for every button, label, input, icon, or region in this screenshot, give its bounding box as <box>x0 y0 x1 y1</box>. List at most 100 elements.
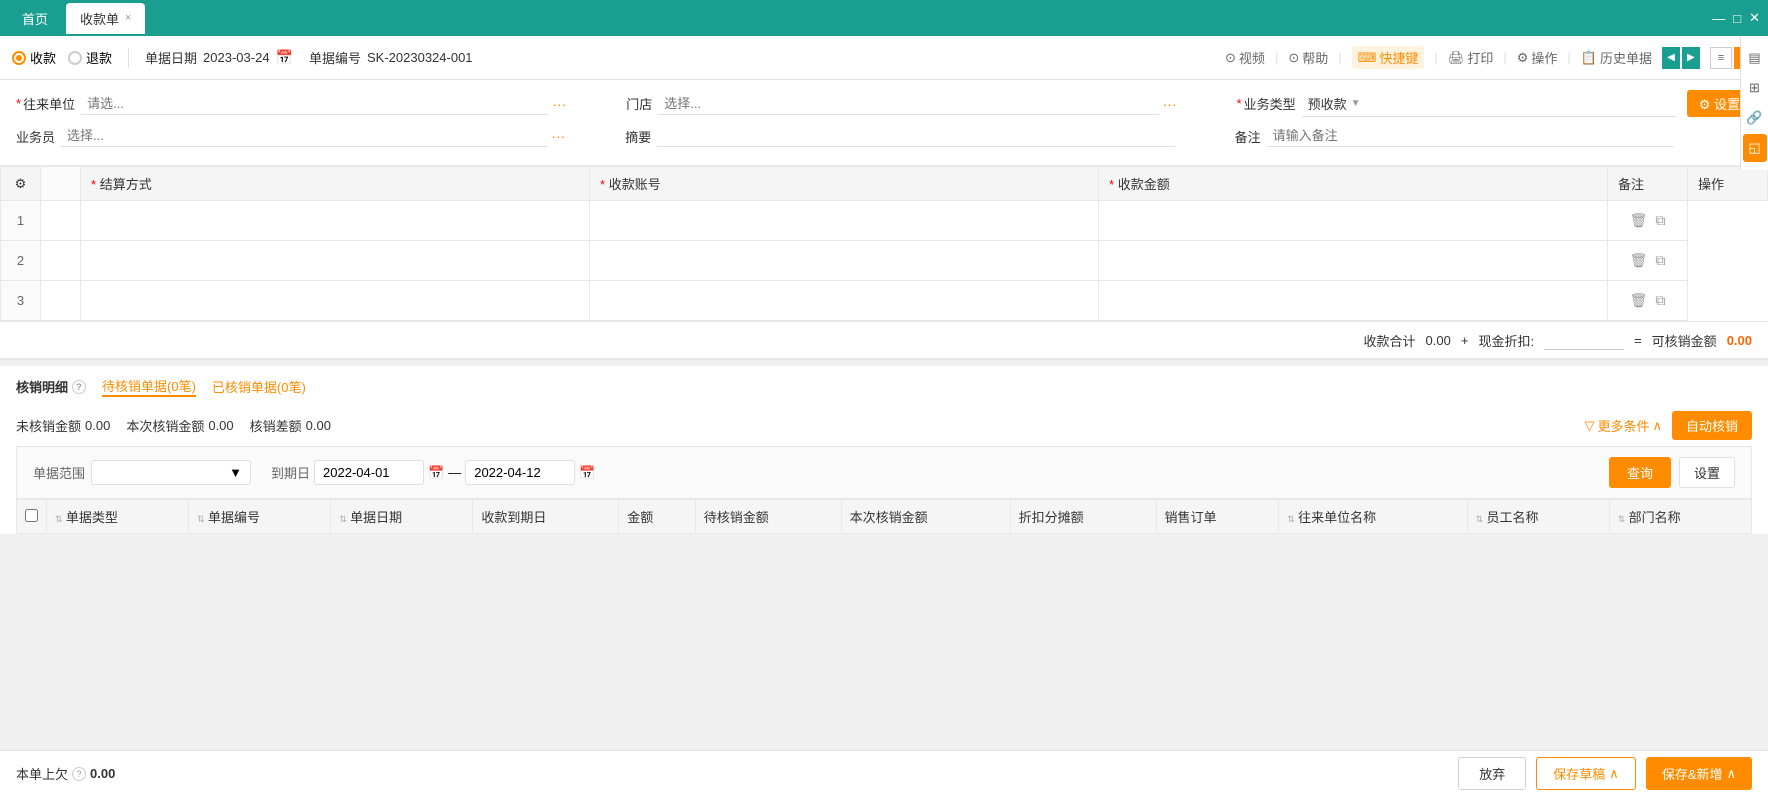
row-2-amount-input[interactable] <box>590 241 1098 280</box>
hx-info-icon[interactable]: ? <box>72 380 86 394</box>
draft-button[interactable]: 保存草稿 ∧ <box>1536 757 1636 790</box>
radio-tuikuan[interactable]: 退款 <box>68 48 112 67</box>
row-3-copy-icon[interactable]: ⧉ <box>1655 292 1665 309</box>
filter-date-to-input[interactable] <box>465 460 575 485</box>
tab-home[interactable]: 首页 <box>8 3 62 34</box>
save-new-button[interactable]: 保存&新增 ∧ <box>1646 757 1752 790</box>
filter-calendar-to-icon[interactable]: 📅 <box>579 465 595 481</box>
store-more-icon[interactable]: ··· <box>1163 96 1177 112</box>
col-settlement-header: * 结算方式 <box>81 167 590 201</box>
biz-type-select[interactable]: 预收款 ▼ <box>1302 91 1677 117</box>
window-minimize-icon[interactable]: — <box>1712 11 1725 26</box>
remark-input[interactable] <box>1267 125 1674 147</box>
row-3-settlement[interactable] <box>41 281 81 321</box>
row-2-remark[interactable] <box>1099 241 1608 281</box>
btn-print[interactable]: 🖨 打印 <box>1448 48 1494 67</box>
row-3-amount-input[interactable] <box>590 281 1098 320</box>
row-1-account[interactable] <box>81 201 590 241</box>
row-3-delete-icon[interactable]: 🗑 <box>1630 292 1648 309</box>
employee-input[interactable] <box>61 125 547 147</box>
view-list-btn[interactable]: ≡ <box>1710 47 1732 69</box>
row-1-settlement-input[interactable] <box>41 201 80 240</box>
employee-more-icon[interactable]: ··· <box>551 128 565 144</box>
row-3-amount[interactable] <box>590 281 1099 321</box>
partner-more-icon[interactable]: ··· <box>552 96 566 112</box>
nav-prev-arrow[interactable]: ◀ <box>1662 47 1680 69</box>
sidebar-icon-expand[interactable]: ◱ <box>1743 134 1767 162</box>
row-1-settlement[interactable] <box>41 201 81 241</box>
row-1-amount[interactable] <box>590 201 1099 241</box>
filter-settings-button[interactable]: 设置 <box>1679 457 1735 488</box>
tab-close-icon[interactable]: × <box>125 12 131 24</box>
row-1-amount-input[interactable] <box>590 201 1098 240</box>
tab-receipt[interactable]: 收款单 × <box>66 3 145 34</box>
print-icon: 🖨 <box>1448 50 1465 66</box>
btn-action-label: 操作 <box>1531 48 1557 67</box>
form-row-2: 业务员 ··· 摘要 备注 <box>16 125 1752 147</box>
col-settings-header[interactable]: ⚙ <box>1 167 41 201</box>
hx-tab-pending[interactable]: 待核销单据(0笔) <box>102 376 196 397</box>
auto-hx-button[interactable]: 自动核销 <box>1672 411 1752 440</box>
tab-bar-right: — □ ✕ <box>1712 10 1760 26</box>
row-1-delete-icon[interactable]: 🗑 <box>1630 212 1648 229</box>
employee-label: 业务员 <box>16 127 55 146</box>
window-close-icon[interactable]: ✕ <box>1749 10 1760 26</box>
row-1-remark[interactable] <box>1099 201 1608 241</box>
footer-prev-label: 本单上欠 <box>16 764 68 783</box>
query-button[interactable]: 查询 <box>1609 457 1671 488</box>
btn-help[interactable]: ⊙ 帮助 <box>1288 48 1328 67</box>
date-label: 单据日期 <box>145 48 197 67</box>
row-3-remark-input[interactable] <box>1099 281 1607 320</box>
col-remark-header: 备注 <box>1608 167 1688 201</box>
row-1-copy-icon[interactable]: ⧉ <box>1655 212 1665 229</box>
select-all-checkbox[interactable] <box>25 509 38 522</box>
sidebar-icon-table[interactable]: ▤ <box>1743 44 1767 72</box>
row-3-settlement-input[interactable] <box>41 281 80 320</box>
window-restore-icon[interactable]: □ <box>1733 11 1741 26</box>
hx-diff: 核销差额 0.00 <box>250 416 331 435</box>
filter-calendar-from-icon[interactable]: 📅 <box>428 465 444 481</box>
row-1-remark-input[interactable] <box>1099 201 1607 240</box>
summary-discount-input[interactable] <box>1544 330 1624 350</box>
filter-range-select[interactable]: ▼ <box>91 460 251 485</box>
row-2-account[interactable] <box>81 241 590 281</box>
filter-date-from-input[interactable] <box>314 460 424 485</box>
btn-history-label: 历史单据 <box>1600 48 1652 67</box>
radio-shoukuan[interactable]: 收款 <box>12 48 56 67</box>
btn-action[interactable]: ⚙ 操作 <box>1517 48 1558 67</box>
tab-home-label: 首页 <box>22 9 48 28</box>
footer-info-icon[interactable]: ? <box>72 767 86 781</box>
date-calendar-icon[interactable]: 📅 <box>276 49 293 66</box>
nav-next-arrow[interactable]: ▶ <box>1682 47 1700 69</box>
col-pending-header: 待核销金额 <box>695 500 841 534</box>
partner-input[interactable] <box>81 93 548 115</box>
more-conditions-btn[interactable]: ▽ 更多条件 ∧ <box>1584 416 1662 435</box>
hx-tab-done[interactable]: 已核销单据(0笔) <box>212 377 306 396</box>
btn-shortcut[interactable]: ⌨ 快捷键 <box>1352 46 1425 69</box>
draft-btn-label: 保存草稿 <box>1553 764 1605 783</box>
row-2-remark-input[interactable] <box>1099 241 1607 280</box>
abstract-input[interactable] <box>657 125 1174 147</box>
partner-field: * 往来单位 ··· <box>16 93 566 115</box>
discard-button[interactable]: 放弃 <box>1458 757 1526 790</box>
row-1-account-input[interactable] <box>81 201 589 240</box>
btn-history[interactable]: 📋 历史单据 <box>1581 48 1652 67</box>
hx-info-row: 未核销金额 0.00 本次核销金额 0.00 核销差额 0.00 ▽ 更多条件 … <box>16 405 1752 446</box>
row-3-account[interactable] <box>81 281 590 321</box>
row-2-amount[interactable] <box>590 241 1099 281</box>
row-2-copy-icon[interactable]: ⧉ <box>1655 252 1665 269</box>
row-2-settlement-input[interactable] <box>41 241 80 280</box>
store-input[interactable] <box>658 93 1158 115</box>
filter-date-field: 到期日 📅 — 📅 <box>271 460 595 485</box>
col-amount-label: 收款金额 <box>1118 177 1170 192</box>
btn-video[interactable]: ⊙ 视频 <box>1225 48 1265 67</box>
sidebar-icon-link[interactable]: 🔗 <box>1743 104 1767 132</box>
tab-bar-left: 首页 收款单 × <box>8 3 145 34</box>
row-2-delete-icon[interactable]: 🗑 <box>1630 252 1648 269</box>
row-3-account-input[interactable] <box>81 281 589 320</box>
sidebar-icon-grid[interactable]: ⊞ <box>1743 74 1767 102</box>
row-2-settlement[interactable] <box>41 241 81 281</box>
row-2-account-input[interactable] <box>81 241 589 280</box>
row-3-remark[interactable] <box>1099 281 1608 321</box>
keyboard-icon: ⌨ <box>1358 50 1377 66</box>
